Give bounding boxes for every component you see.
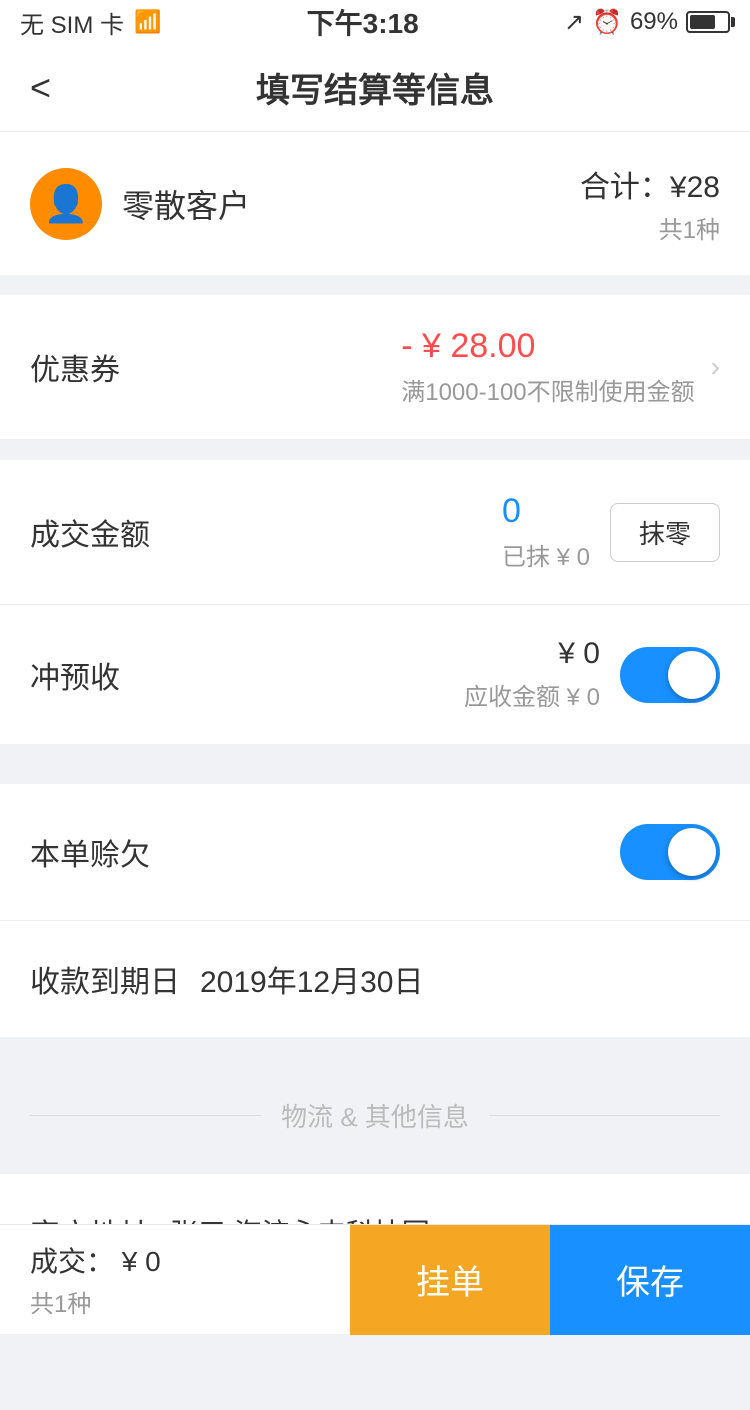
coupon-amount: - ¥ 28.00 — [401, 327, 694, 366]
transaction-row: 成交金额 0 已抹 ¥ 0 抹零 — [0, 460, 750, 605]
logistics-line-right — [489, 1115, 720, 1116]
bottom-deal-label: 成交： — [30, 1246, 114, 1277]
nav-bar: < 填写结算等信息 — [0, 44, 750, 132]
precollect-label: 冲预收 — [30, 653, 120, 697]
coupon-desc: 满1000-100不限制使用金额 — [401, 372, 694, 407]
debt-row: 本单赊欠 — [0, 784, 750, 920]
total-count: 共1种 — [580, 210, 720, 245]
save-button[interactable]: 保存 — [550, 1225, 750, 1335]
alarm-icon: ⏰ — [592, 8, 622, 37]
battery-fill — [690, 15, 715, 29]
logistics-line-left — [30, 1115, 261, 1116]
battery-icon — [686, 11, 730, 33]
divider-2 — [0, 764, 750, 784]
transaction-section: 成交金额 0 已抹 ¥ 0 抹零 冲预收 ¥ 0 应收金额 ¥ 0 — [0, 460, 750, 744]
back-button[interactable]: < — [30, 67, 51, 109]
transaction-value[interactable]: 0 — [502, 492, 590, 531]
transaction-sub: 已抹 ¥ 0 — [502, 537, 590, 572]
status-left: 无 SIM 卡 📶 — [20, 5, 161, 40]
avatar-icon: 👤 — [44, 183, 89, 225]
customer-right: 合计：¥28 共1种 — [580, 162, 720, 245]
status-time: 下午3:18 — [307, 2, 419, 42]
debt-label: 本单赊欠 — [30, 830, 150, 874]
bottom-deal: 成交： ¥ 0 — [30, 1240, 320, 1280]
coupon-label: 优惠券 — [30, 345, 120, 389]
debt-section: 本单赊欠 收款到期日 2019年12月30日 — [0, 784, 750, 1037]
content-area: 👤 零散客户 合计：¥28 共1种 优惠券 - ¥ 28.00 满1000-10… — [0, 132, 750, 1410]
transaction-label: 成交金额 — [30, 510, 150, 554]
duedate-row[interactable]: 收款到期日 2019年12月30日 — [0, 920, 750, 1037]
total-amount: 合计：¥28 — [580, 162, 720, 206]
sim-text: 无 SIM 卡 — [20, 5, 124, 40]
avatar: 👤 — [30, 168, 102, 240]
coupon-row[interactable]: 优惠券 - ¥ 28.00 满1000-100不限制使用金额 › — [0, 295, 750, 440]
location-icon: ↗ — [564, 8, 584, 37]
debt-toggle-knob — [668, 828, 716, 876]
precollect-main-amount: ¥ 0 — [464, 637, 600, 671]
bottom-count: 共1种 — [30, 1284, 320, 1319]
bottom-deal-amount: ¥ 0 — [122, 1246, 161, 1277]
duedate-label: 收款到期日 — [30, 957, 180, 1001]
precollect-toggle[interactable] — [620, 647, 720, 703]
coupon-right: - ¥ 28.00 满1000-100不限制使用金额 › — [401, 327, 720, 407]
battery-percent: 69% — [630, 8, 678, 36]
customer-row: 👤 零散客户 合计：¥28 共1种 — [0, 132, 750, 275]
precollect-right: ¥ 0 应收金额 ¥ 0 — [464, 637, 720, 712]
toggle-knob — [668, 651, 716, 699]
page-title: 填写结算等信息 — [256, 63, 494, 112]
logistics-text: 物流 & 其他信息 — [261, 1097, 489, 1134]
status-bar: 无 SIM 卡 📶 下午3:18 ↗ ⏰ 69% — [0, 0, 750, 44]
bottom-bar: 成交： ¥ 0 共1种 挂单 保存 — [0, 1224, 750, 1334]
duedate-value: 2019年12月30日 — [200, 957, 423, 1001]
transaction-right: 0 已抹 ¥ 0 抹零 — [502, 492, 720, 572]
customer-name: 零散客户 — [122, 181, 250, 227]
logistics-section: 物流 & 其他信息 — [0, 1077, 750, 1154]
precollect-row: 冲预收 ¥ 0 应收金额 ¥ 0 — [0, 605, 750, 744]
round-button[interactable]: 抹零 — [610, 503, 720, 562]
bottom-left: 成交： ¥ 0 共1种 — [0, 1240, 350, 1319]
status-right: ↗ ⏰ 69% — [564, 8, 730, 37]
wifi-icon: 📶 — [134, 9, 161, 35]
hold-button[interactable]: 挂单 — [350, 1225, 550, 1335]
chevron-right-icon: › — [711, 351, 720, 383]
customer-left: 👤 零散客户 — [30, 168, 250, 240]
divider-3 — [0, 1057, 750, 1077]
precollect-sub-amount: 应收金额 ¥ 0 — [464, 677, 600, 712]
debt-toggle[interactable] — [620, 824, 720, 880]
precollect-amounts: ¥ 0 应收金额 ¥ 0 — [464, 637, 600, 712]
divider-1 — [0, 440, 750, 460]
divider-4 — [0, 1154, 750, 1174]
